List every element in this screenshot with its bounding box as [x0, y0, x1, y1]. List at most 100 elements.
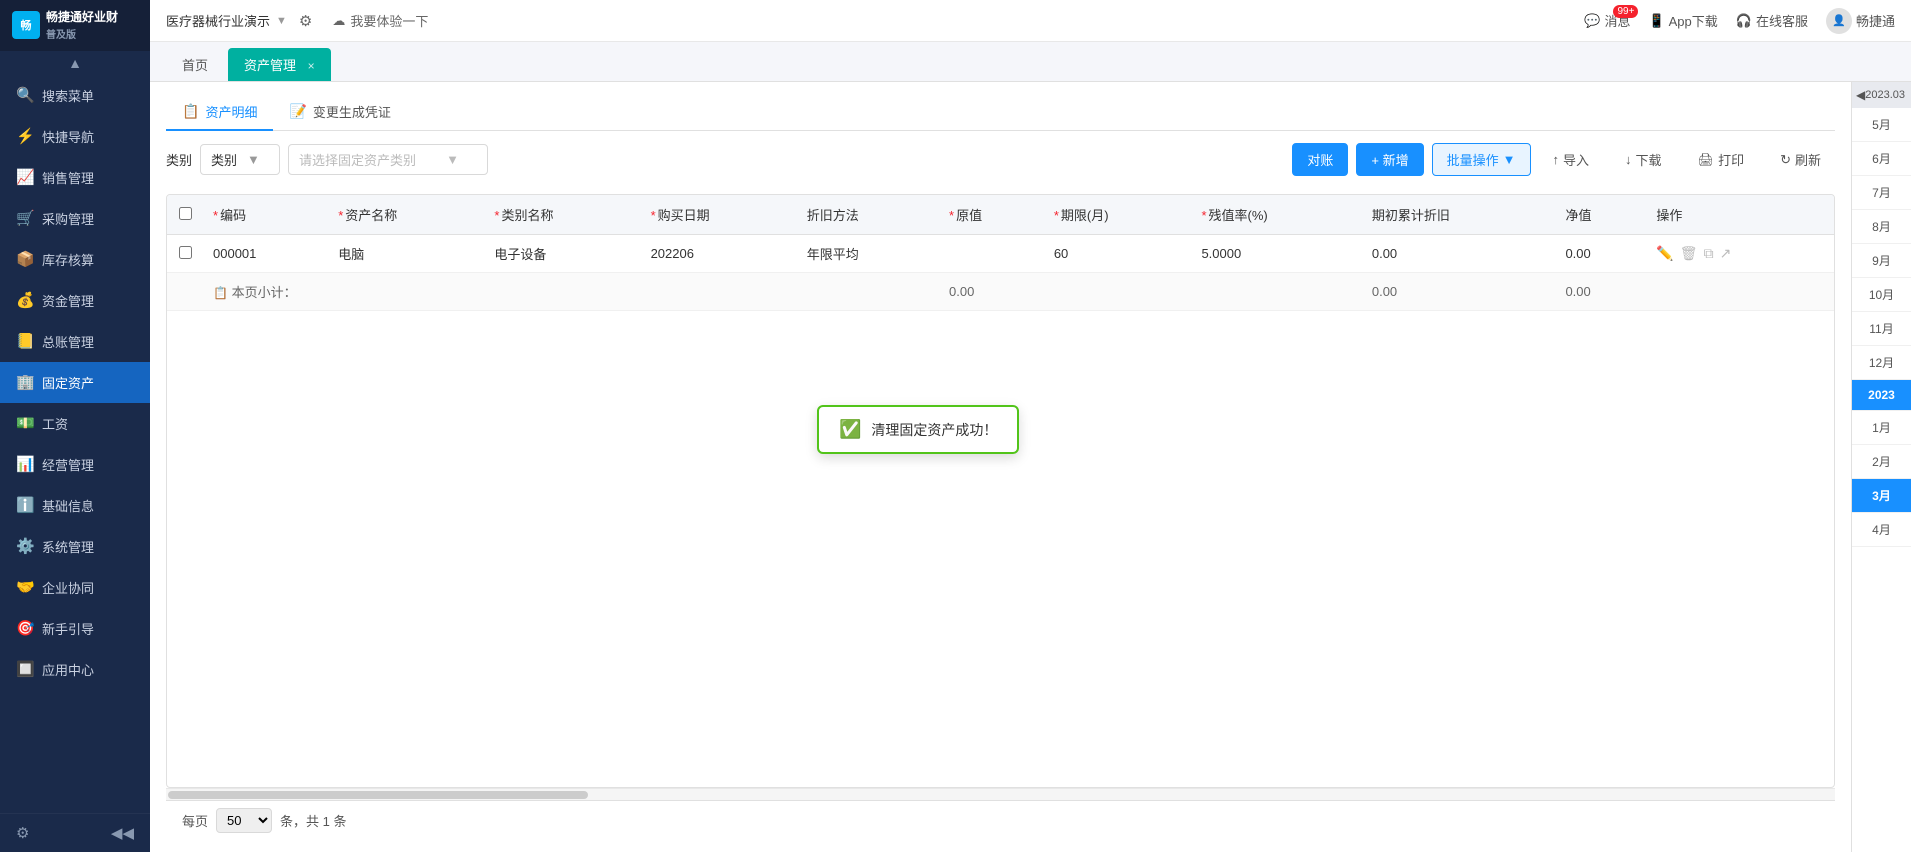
sidebar-label-search: 搜索菜单 [42, 86, 94, 105]
content-area: 📋 资产明细 📝 变更生成凭证 类别 类别 ▼ 请选择固定资产 [150, 82, 1911, 852]
download-button[interactable]: ↓ 下载 [1611, 144, 1676, 175]
toast-message: 清理固定资产成功！ [871, 420, 997, 440]
sidebar-item-system[interactable]: ⚙️系统管理 [0, 526, 150, 567]
category-value-chevron-icon: ▼ [446, 152, 459, 167]
date-month-item[interactable]: 12月 [1852, 346, 1911, 380]
import-button[interactable]: ↑ 导入 [1539, 144, 1604, 175]
th-category: *类别名称 [484, 195, 640, 235]
subtotal-label: 📋 本页小计： [203, 273, 797, 311]
print-button[interactable]: 🖨 打印 [1684, 144, 1759, 175]
date-month-item[interactable]: 7月 [1852, 176, 1911, 210]
sidebar-icon-cooperation: 🤝 [16, 578, 34, 596]
sidebar-item-quick-nav[interactable]: ⚡快捷导航 [0, 116, 150, 157]
tabbar: 首页 资产管理 × [150, 42, 1911, 82]
sidebar-label-inventory: 库存核算 [42, 250, 94, 269]
sidebar-item-purchase[interactable]: 🛒采购管理 [0, 198, 150, 239]
sidebar-item-payroll[interactable]: 💵 工资 [0, 403, 150, 444]
date-month-item[interactable]: 9月 [1852, 244, 1911, 278]
subtotal-net-value: 0.00 [1555, 273, 1646, 311]
sidebar-item-guide[interactable]: 🎯 新手引导 [0, 608, 150, 649]
sidebar-icon-guide: 🎯 [16, 619, 34, 637]
sidebar-item-ledger[interactable]: 📒总账管理 [0, 321, 150, 362]
sidebar-item-app-center[interactable]: 🔲应用中心 [0, 649, 150, 690]
customer-service-button[interactable]: 🎧 在线客服 [1736, 11, 1808, 30]
delete-icon[interactable]: 🗑 [1680, 245, 1698, 262]
subtab-change-voucher[interactable]: 📝 变更生成凭证 [273, 94, 406, 131]
topbar-settings-icon[interactable]: ⚙ [299, 12, 312, 30]
tab-home[interactable]: 首页 [166, 48, 224, 81]
subtab-change-voucher-icon: 📝 [289, 103, 306, 120]
company-selector[interactable]: 医疗器械行业演示 ▼ [166, 11, 287, 30]
sidebar: 畅 畅捷通好业财 普及版 ▲ 🔍搜索菜单⚡快捷导航📈销售管理🛒采购管理 📦 库存核算… [0, 0, 150, 852]
sidebar-item-cooperation[interactable]: 🤝企业协同 [0, 567, 150, 608]
table-header-row: *编码 *资产名称 *类别名称 *购买日期 折旧方法 *原值 *期限(月) *残… [167, 195, 1834, 235]
category-type-select[interactable]: 类别 ▼ [200, 144, 280, 175]
th-original-value: *原值 [939, 195, 1044, 235]
date-month-item[interactable]: 11月 [1852, 312, 1911, 346]
edit-icon[interactable]: ✏️ [1656, 245, 1673, 262]
reconcile-button[interactable]: 对账 [1292, 143, 1348, 176]
sidebar-icon-fixed-assets: 🏢 [16, 373, 34, 391]
date-month-item[interactable]: 3月 [1852, 479, 1911, 513]
app-download-button[interactable]: 📱 App下载 [1648, 11, 1717, 30]
category-label: 类别 [166, 150, 192, 169]
copy-icon[interactable]: ⧉ [1704, 245, 1714, 262]
tab-asset-management[interactable]: 资产管理 × [228, 48, 331, 81]
sidebar-icon-purchase: 🛒 [16, 209, 34, 227]
batch-button[interactable]: 批量操作 ▼ [1432, 143, 1531, 176]
sidebar-logo: 畅 畅捷通好业财 普及版 [0, 0, 150, 51]
user-profile[interactable]: 👤 畅捷通 [1826, 8, 1895, 34]
sidebar-label-funds: 资金管理 [42, 291, 94, 310]
gear-icon[interactable]: ⚙ [16, 824, 29, 842]
sidebar-item-inventory[interactable]: 📦 库存核算 [0, 239, 150, 280]
sidebar-icon-inventory: 📦 [16, 250, 34, 268]
sidebar-label-payroll: 工资 [42, 414, 68, 433]
sidebar-item-search[interactable]: 🔍搜索菜单 [0, 75, 150, 116]
more-icon[interactable]: ↗ [1720, 245, 1732, 262]
row-purchase-date: 202206 [641, 235, 797, 273]
row-original-value [939, 235, 1044, 273]
sidebar-nav: 🔍搜索菜单⚡快捷导航📈销售管理🛒采购管理 📦 库存核算 💰资金管理📒总账管理🏢固定资产… [0, 75, 150, 813]
date-month-item[interactable]: 2月 [1852, 445, 1911, 479]
content-main: 📋 资产明细 📝 变更生成凭证 类别 类别 ▼ 请选择固定资产 [150, 82, 1851, 852]
right-panel-scroll[interactable]: 5月6月7月8月9月10月11月12月20231月2月3月4月 [1852, 108, 1911, 852]
experience-icon: ☁ [332, 13, 345, 29]
date-month-item[interactable]: 6月 [1852, 142, 1911, 176]
select-all-checkbox[interactable] [179, 207, 192, 220]
date-month-item[interactable]: 10月 [1852, 278, 1911, 312]
th-initial-acc-dep: 期初累计折旧 [1362, 195, 1556, 235]
sidebar-label-sales: 销售管理 [42, 168, 94, 187]
sidebar-icon-basic-info: ℹ️ [16, 496, 34, 514]
date-month-item[interactable]: 4月 [1852, 513, 1911, 547]
sidebar-item-operations[interactable]: 📊经营管理 [0, 444, 150, 485]
row-checkbox[interactable] [179, 246, 192, 259]
scrollbar-thumb[interactable] [168, 791, 588, 799]
sidebar-item-sales[interactable]: 📈销售管理 [0, 157, 150, 198]
logo-icon: 畅 [12, 11, 40, 39]
row-category: 电子设备 [484, 235, 640, 273]
refresh-button[interactable]: ↻ 刷新 [1766, 144, 1835, 175]
sidebar-label-guide: 新手引导 [42, 619, 94, 638]
subtab-asset-detail[interactable]: 📋 资产明细 [166, 94, 273, 131]
date-month-item[interactable]: 1月 [1852, 411, 1911, 445]
message-button[interactable]: 💬 消息 99+ [1584, 11, 1630, 30]
sidebar-item-basic-info[interactable]: ℹ️基础信息 [0, 485, 150, 526]
per-page-select[interactable]: 50 100 [216, 808, 272, 833]
experience-button[interactable]: ☁ 我要体验一下 [332, 11, 428, 30]
horizontal-scrollbar[interactable] [166, 788, 1835, 800]
date-month-item[interactable]: 5月 [1852, 108, 1911, 142]
sidebar-icon-payroll: 💵 [16, 414, 34, 432]
tab-close-icon[interactable]: × [308, 59, 315, 73]
subtotal-original-value: 0.00 [939, 273, 1044, 311]
date-year-item[interactable]: 2023 [1852, 380, 1911, 411]
category-value-select[interactable]: 请选择固定资产类别 ▼ [288, 144, 488, 175]
date-month-item[interactable]: 8月 [1852, 210, 1911, 244]
sidebar-scroll-up[interactable]: ▲ [0, 51, 150, 75]
refresh-icon: ↻ [1780, 152, 1791, 168]
sidebar-item-funds[interactable]: 💰资金管理 [0, 280, 150, 321]
sidebar-item-fixed-assets[interactable]: 🏢固定资产 [0, 362, 150, 403]
new-button[interactable]: + 新增 [1356, 143, 1423, 176]
sidebar-label-ledger: 总账管理 [42, 332, 94, 351]
collapse-icon[interactable]: ◀◀ [111, 824, 134, 842]
right-panel-toggle-left[interactable]: ◀ [1856, 88, 1865, 102]
